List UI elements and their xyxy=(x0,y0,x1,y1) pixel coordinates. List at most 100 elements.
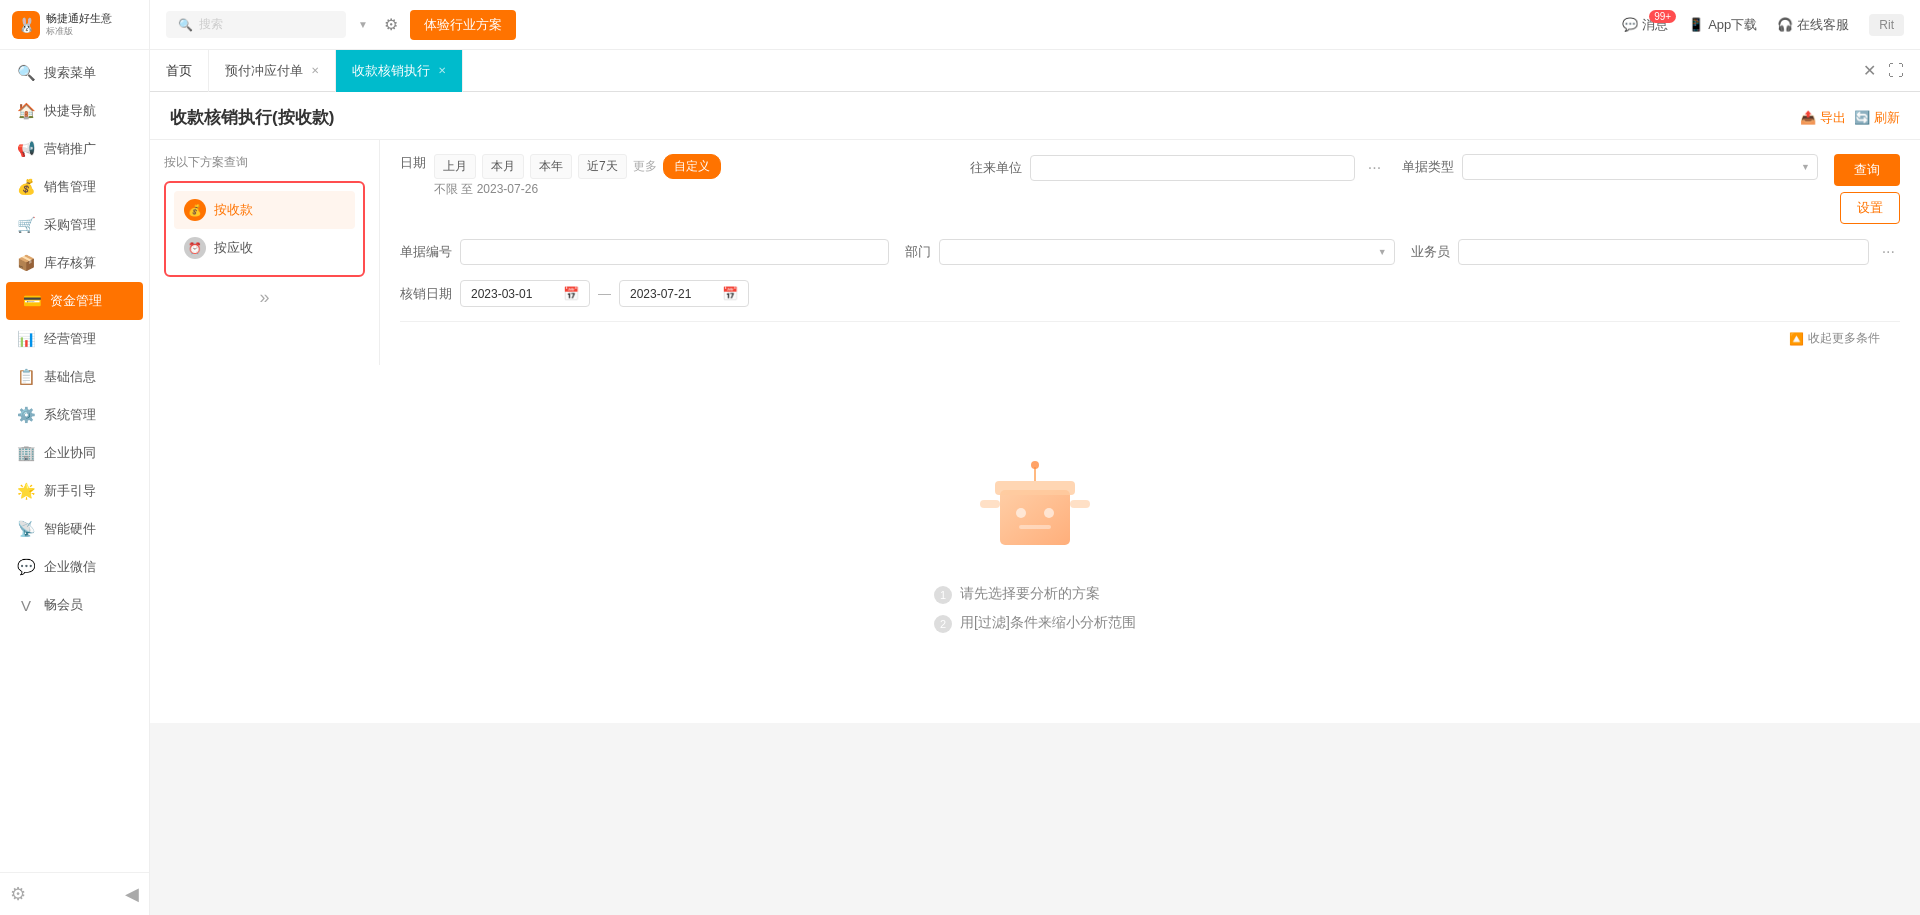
receivable-option-icon: ⏰ xyxy=(184,237,206,259)
tab-prepay[interactable]: 预付冲应付单 ✕ xyxy=(209,50,336,92)
refresh-button[interactable]: 🔄 刷新 xyxy=(1854,109,1900,127)
guide-icon: 🌟 xyxy=(16,482,36,500)
settings-bottom-icon[interactable]: ⚙ xyxy=(10,883,26,905)
partner-label: 往来单位 xyxy=(970,159,1022,177)
export-button[interactable]: 📤 导出 xyxy=(1800,109,1846,127)
customer-service-button[interactable]: 🎧 在线客服 xyxy=(1777,16,1849,34)
search-bar[interactable]: 🔍 搜索 xyxy=(166,11,346,38)
dept-filter-field: 部门 xyxy=(905,239,1394,265)
sidebar-item-purchase[interactable]: 🛒 采购管理 xyxy=(0,206,149,244)
sidebar-item-inventory[interactable]: 📦 库存核算 xyxy=(0,244,149,282)
date-btn-last-month[interactable]: 上月 xyxy=(434,154,476,179)
writeoff-end-input[interactable]: 2023-07-21 📅 xyxy=(619,280,749,307)
staff-more-icon[interactable]: ··· xyxy=(1877,238,1900,266)
topbar-gear-icon[interactable]: ⚙ xyxy=(384,15,398,34)
writeoff-start-input[interactable]: 2023-03-01 📅 xyxy=(460,280,590,307)
close-tab-icon[interactable]: ✕ xyxy=(1859,57,1880,84)
sidebar-item-search[interactable]: 🔍 搜索菜单 xyxy=(0,54,149,92)
step-2-text: 用[过滤]条件来缩小分析范围 xyxy=(960,614,1136,632)
export-icon: 📤 xyxy=(1800,110,1816,125)
app-download-button[interactable]: 📱 App下载 xyxy=(1688,16,1757,34)
sidebar-label-inventory: 库存核算 xyxy=(44,254,96,272)
topbar-chevron-icon[interactable]: ▼ xyxy=(358,19,368,30)
sidebar-item-system[interactable]: ⚙️ 系统管理 xyxy=(0,396,149,434)
filter-row-2: 单据编号 部门 业务员 ··· xyxy=(400,238,1900,266)
expand-tab-icon[interactable]: ⛶ xyxy=(1884,58,1908,84)
marketing-icon: 📢 xyxy=(16,140,36,158)
scheme-option-receipt[interactable]: 💰 按收款 xyxy=(174,191,355,229)
date-btn-7days[interactable]: 近7天 xyxy=(578,154,627,179)
date-options: 上月 本月 本年 近7天 更多 自定义 xyxy=(434,154,721,179)
sidebar-label-quick-nav: 快捷导航 xyxy=(44,102,96,120)
logo-icon: 🐰 xyxy=(12,11,40,39)
sidebar-item-guide[interactable]: 🌟 新手引导 xyxy=(0,472,149,510)
messages-button[interactable]: 💬 消息 99+ xyxy=(1622,16,1668,34)
sidebar-item-operation[interactable]: 📊 经营管理 xyxy=(0,320,149,358)
sidebar-item-hardware[interactable]: 📡 智能硬件 xyxy=(0,510,149,548)
sidebar-item-wechat[interactable]: 💬 企业微信 xyxy=(0,548,149,586)
tab-receivable-label: 收款核销执行 xyxy=(352,62,430,80)
service-icon: 🎧 xyxy=(1777,17,1793,32)
finance-icon: 💳 xyxy=(22,292,42,310)
collapse-chevron-icon: 🔼 xyxy=(1789,332,1804,346)
close-receivable-tab-icon[interactable]: ✕ xyxy=(438,65,446,76)
scheme-selector: 按以下方案查询 💰 按收款 ⏰ 按应收 » xyxy=(150,140,380,365)
close-prepay-tab-icon[interactable]: ✕ xyxy=(311,65,319,76)
main-area: 🔍 搜索 ▼ ⚙ 体验行业方案 💬 消息 99+ 📱 App下载 🎧 在线客服 … xyxy=(150,0,1920,915)
page-title: 收款核销执行(按收款) xyxy=(170,106,334,129)
sidebar-label-marketing: 营销推广 xyxy=(44,140,96,158)
sales-icon: 💰 xyxy=(16,178,36,196)
partner-input[interactable] xyxy=(1030,155,1354,181)
filter-fields: 日期 上月 本月 本年 近7天 更多 自定义 不限 至 2023-07-26 xyxy=(380,140,1920,365)
collapse-more-button[interactable]: 🔼 收起更多条件 xyxy=(400,321,1900,351)
scheme-option-receivable[interactable]: ⏰ 按应收 xyxy=(174,229,355,267)
svg-point-6 xyxy=(1031,461,1039,469)
dept-select[interactable] xyxy=(939,239,1394,265)
app-label: App下载 xyxy=(1708,16,1757,34)
date-btn-custom[interactable]: 自定义 xyxy=(663,154,721,179)
sidebar-label-sales: 销售管理 xyxy=(44,178,96,196)
calendar-end-icon: 📅 xyxy=(722,286,738,301)
date-btn-this-month[interactable]: 本月 xyxy=(482,154,524,179)
search-placeholder: 搜索 xyxy=(199,16,223,33)
sidebar-item-sales[interactable]: 💰 销售管理 xyxy=(0,168,149,206)
bill-type-select[interactable] xyxy=(1462,154,1818,180)
date-filter-field: 日期 上月 本月 本年 近7天 更多 自定义 不限 至 2023-07-26 xyxy=(400,154,954,198)
refresh-icon: 🔄 xyxy=(1854,110,1870,125)
sidebar-item-basic-info[interactable]: 📋 基础信息 xyxy=(0,358,149,396)
sidebar-item-marketing[interactable]: 📢 营销推广 xyxy=(0,130,149,168)
date-btn-more[interactable]: 更多 xyxy=(633,158,657,175)
collapse-scheme-icon[interactable]: » xyxy=(164,287,365,308)
sidebar-item-quick-nav[interactable]: 🏠 快捷导航 xyxy=(0,92,149,130)
sidebar-item-enterprise[interactable]: 🏢 企业协同 xyxy=(0,434,149,472)
topbar: 🔍 搜索 ▼ ⚙ 体验行业方案 💬 消息 99+ 📱 App下载 🎧 在线客服 … xyxy=(150,0,1920,50)
tab-home[interactable]: 首页 xyxy=(150,50,209,92)
writeoff-start-text: 2023-03-01 xyxy=(471,287,532,301)
empty-step-1: 1 请先选择要分析的方案 xyxy=(934,585,1136,604)
page-actions: 📤 导出 🔄 刷新 xyxy=(1800,109,1900,127)
partner-more-icon[interactable]: ··· xyxy=(1363,154,1386,182)
user-profile[interactable]: Rit xyxy=(1869,14,1904,36)
scheme-option-receivable-label: 按应收 xyxy=(214,239,253,257)
partner-filter-field: 往来单位 ··· xyxy=(970,154,1386,182)
query-button[interactable]: 查询 xyxy=(1834,154,1900,186)
staff-label: 业务员 xyxy=(1411,243,1450,261)
tab-receivable[interactable]: 收款核销执行 ✕ xyxy=(336,50,463,92)
app-logo: 🐰 畅捷通好生意 标准版 xyxy=(0,0,149,50)
empty-state: 1 请先选择要分析的方案 2 用[过滤]条件来缩小分析范围 xyxy=(150,365,1920,723)
date-btn-this-year[interactable]: 本年 xyxy=(530,154,572,179)
collapse-sidebar-icon[interactable]: ◀ xyxy=(125,883,139,905)
staff-input[interactable] xyxy=(1458,239,1869,265)
solution-button[interactable]: 体验行业方案 xyxy=(410,10,516,40)
bill-no-label: 单据编号 xyxy=(400,243,452,261)
svg-rect-1 xyxy=(995,481,1075,495)
writeoff-date-field: 核销日期 2023-03-01 📅 — 2023-07-21 📅 xyxy=(400,280,1900,307)
empty-step-2: 2 用[过滤]条件来缩小分析范围 xyxy=(934,614,1136,633)
sidebar-item-finance[interactable]: 💳 资金管理 xyxy=(6,282,143,320)
sidebar-item-member[interactable]: V 畅会员 xyxy=(0,586,149,624)
bill-no-input[interactable] xyxy=(460,239,889,265)
service-label: 在线客服 xyxy=(1797,16,1849,34)
collapse-more-label: 收起更多条件 xyxy=(1808,330,1880,347)
settings-button[interactable]: 设置 xyxy=(1840,192,1900,224)
empty-svg xyxy=(975,445,1095,565)
